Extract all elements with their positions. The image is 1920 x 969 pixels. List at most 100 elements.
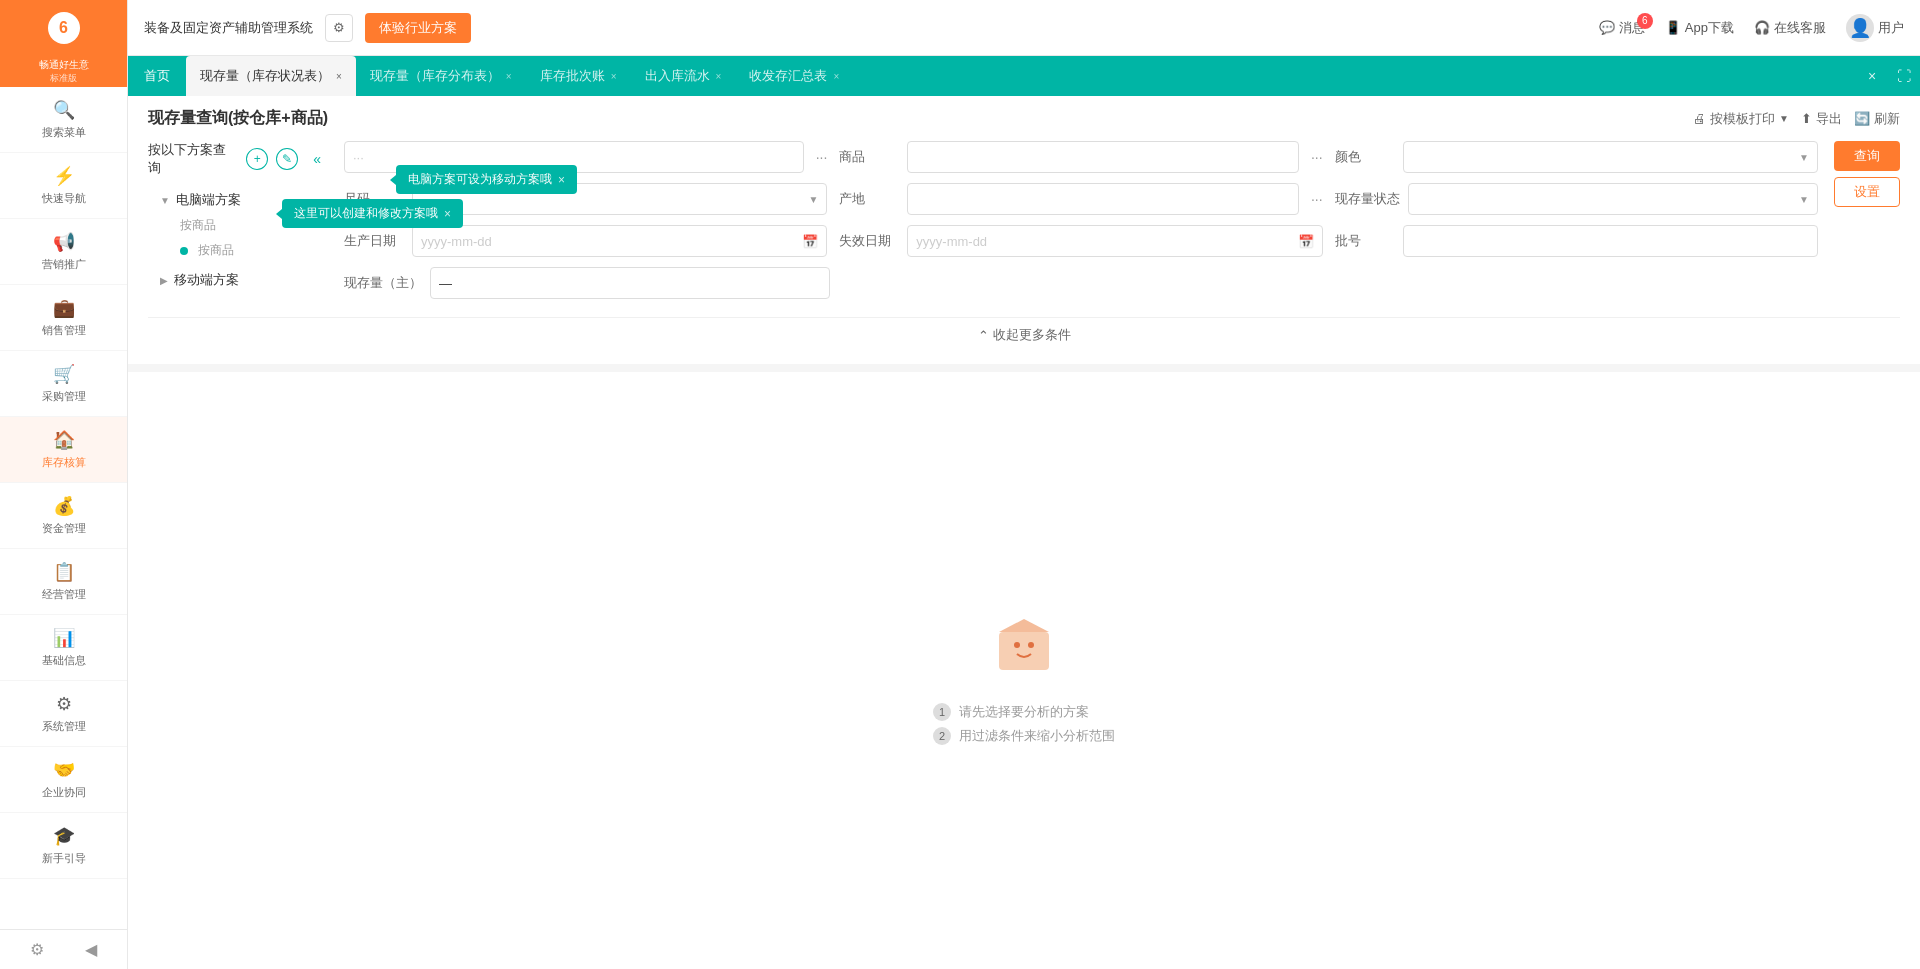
system-icon: ⚙ <box>56 693 72 715</box>
sidebar-nav: 🔍 搜索菜单 ⚡ 快速导航 📢 营销推广 💼 销售管理 🛒 采购管理 🏠 库存核… <box>0 87 127 929</box>
service-icon: 🎧 <box>1754 20 1770 35</box>
print-btn[interactable]: 🖨 按模板打印 ▼ <box>1693 110 1789 128</box>
page-header: 现存量查询(按仓库+商品) 🖨 按模板打印 ▼ ⬆ 导出 🔄 刷新 <box>148 108 1900 141</box>
tooltip-create-close[interactable]: × <box>444 207 451 221</box>
industry-btn[interactable]: 体验行业方案 <box>365 13 471 43</box>
sidebar-settings-btn[interactable]: ⚙ <box>30 940 44 959</box>
tab-fullscreen-btn[interactable]: ⛶ <box>1888 56 1920 96</box>
export-label: 导出 <box>1816 110 1842 128</box>
tab-inventory-status[interactable]: 现存量（库存状况表） × <box>186 56 356 96</box>
print-label: 按模板打印 <box>1710 110 1775 128</box>
product-input-wrap[interactable] <box>907 141 1299 173</box>
edit-scheme-btn[interactable]: ✎ <box>276 148 298 170</box>
collapse-label: 收起更多条件 <box>993 326 1071 344</box>
logo-sub: 畅通好生意 标准版 <box>0 56 127 87</box>
collapse-more-btn[interactable]: ⌃ 收起更多条件 <box>148 317 1900 352</box>
sidebar: 6 畅通好生意 标准版 🔍 搜索菜单 ⚡ 快速导航 📢 营销推广 💼 销售管理 … <box>0 0 128 969</box>
svg-point-3 <box>1028 642 1034 648</box>
filter-field-origin: 产地 ··· <box>839 183 1322 215</box>
tab-summary[interactable]: 收发存汇总表 × <box>735 56 853 96</box>
user-item[interactable]: 👤 用户 <box>1846 14 1904 42</box>
tab-home[interactable]: 首页 <box>128 56 186 96</box>
origin-dots[interactable]: ··· <box>1311 191 1323 207</box>
tab-flow-close[interactable]: × <box>716 71 722 82</box>
sidebar-item-sales[interactable]: 💼 销售管理 <box>0 285 127 351</box>
pc-sub-item-2[interactable]: 按商品 <box>172 238 328 263</box>
sidebar-item-purchase[interactable]: 🛒 采购管理 <box>0 351 127 417</box>
sidebar-item-enterprise[interactable]: 🤝 企业协同 <box>0 747 127 813</box>
add-scheme-btn[interactable]: + <box>246 148 268 170</box>
header-right: 💬 消息 6 📱 App下载 🎧 在线客服 👤 用户 <box>1599 14 1904 42</box>
scheme-mobile-item[interactable]: ▶ 移动端方案 <box>152 267 328 293</box>
svg-marker-1 <box>999 619 1049 632</box>
message-item[interactable]: 💬 消息 6 <box>1599 19 1645 37</box>
header-settings-btn[interactable]: ⚙ <box>325 14 353 42</box>
exp-date-cal-icon[interactable]: 📅 <box>1298 234 1314 249</box>
batch-input[interactable] <box>1403 225 1818 257</box>
sidebar-collapse-btn[interactable]: ◀ <box>85 940 97 959</box>
tab-summary-close[interactable]: × <box>833 71 839 82</box>
phone-icon: 📱 <box>1665 20 1681 35</box>
reset-btn[interactable]: 设置 <box>1834 177 1900 207</box>
sidebar-item-marketing[interactable]: 📢 营销推广 <box>0 219 127 285</box>
sidebar-item-basics[interactable]: 📊 基础信息 <box>0 615 127 681</box>
action-btns: 查询 设置 <box>1834 141 1900 309</box>
tab-inventory-dist-label: 现存量（库存分布表） <box>370 67 500 85</box>
svg-rect-0 <box>999 632 1049 670</box>
origin-input-wrap[interactable] <box>907 183 1299 215</box>
product-dots[interactable]: ··· <box>1311 149 1323 165</box>
message-icon: 💬 <box>1599 20 1615 35</box>
color-select[interactable]: ▼ <box>1403 141 1818 173</box>
system-name: 装备及固定资产辅助管理系统 <box>144 19 313 37</box>
tab-close-all-btn[interactable]: × <box>1856 56 1888 96</box>
tab-batch[interactable]: 库存批次账 × <box>526 56 631 96</box>
qty-range-input[interactable]: — <box>430 267 830 299</box>
sidebar-item-guide[interactable]: 🎓 新手引导 <box>0 813 127 879</box>
step-2-num: 2 <box>933 727 951 745</box>
empty-illustration <box>979 597 1069 687</box>
refresh-btn[interactable]: 🔄 刷新 <box>1854 110 1900 128</box>
search-btn[interactable]: 查询 <box>1834 141 1900 171</box>
sidebar-item-search[interactable]: 🔍 搜索菜单 <box>0 87 127 153</box>
exp-date-label: 失效日期 <box>839 232 899 250</box>
size-arrow-icon: ▼ <box>808 194 818 205</box>
basics-icon: 📊 <box>53 627 75 649</box>
page-actions: 🖨 按模板打印 ▼ ⬆ 导出 🔄 刷新 <box>1693 110 1900 128</box>
exp-date-input[interactable]: yyyy-mm-dd 📅 <box>907 225 1322 257</box>
tab-batch-close[interactable]: × <box>611 71 617 82</box>
warehouse-dots[interactable]: ··· <box>816 149 828 165</box>
filter-row-4: 现存量（主） — <box>344 267 1818 299</box>
filter-field-color: 颜色 ▼ <box>1335 141 1818 173</box>
tab-inventory-dist-close[interactable]: × <box>506 71 512 82</box>
header-left: 装备及固定资产辅助管理系统 ⚙ 体验行业方案 <box>144 13 471 43</box>
qty-label: 现存量（主） <box>344 274 422 292</box>
prod-date-cal-icon[interactable]: 📅 <box>802 234 818 249</box>
sidebar-item-finance[interactable]: 💰 资金管理 <box>0 483 127 549</box>
tab-inventory-status-close[interactable]: × <box>336 71 342 82</box>
app-download-item[interactable]: 📱 App下载 <box>1665 19 1734 37</box>
sidebar-item-operations[interactable]: 📋 经营管理 <box>0 549 127 615</box>
export-icon: ⬆ <box>1801 111 1812 126</box>
collapse-arrow-icon: ⌃ <box>978 328 989 343</box>
prod-date-input[interactable]: yyyy-mm-dd 📅 <box>412 225 827 257</box>
tooltip-mobile-close[interactable]: × <box>558 173 565 187</box>
exp-date-placeholder: yyyy-mm-dd <box>916 234 1293 249</box>
page-title: 现存量查询(按仓库+商品) <box>148 108 328 129</box>
sidebar-item-system[interactable]: ⚙ 系统管理 <box>0 681 127 747</box>
origin-label: 产地 <box>839 190 899 208</box>
stock-status-select[interactable]: ▼ <box>1408 183 1818 215</box>
online-service-item[interactable]: 🎧 在线客服 <box>1754 19 1826 37</box>
tab-flow[interactable]: 出入库流水 × <box>631 56 736 96</box>
guide-icon: 🎓 <box>53 825 75 847</box>
tab-flow-label: 出入库流水 <box>645 67 710 85</box>
collapse-scheme-btn[interactable]: « <box>306 148 328 170</box>
sidebar-item-quicknav[interactable]: ⚡ 快速导航 <box>0 153 127 219</box>
sidebar-item-inventory[interactable]: 🏠 库存核算 <box>0 417 127 483</box>
sales-icon: 💼 <box>53 297 75 319</box>
content: 现存量查询(按仓库+商品) 🖨 按模板打印 ▼ ⬆ 导出 🔄 刷新 <box>128 96 1920 969</box>
filter-row-3: 生产日期 yyyy-mm-dd 📅 失效日期 yyyy-mm-dd 📅 <box>344 225 1818 257</box>
tab-inventory-dist[interactable]: 现存量（库存分布表） × <box>356 56 526 96</box>
logo-icon: 6 <box>48 12 80 44</box>
export-btn[interactable]: ⬆ 导出 <box>1801 110 1842 128</box>
logo-area: 6 <box>0 0 127 56</box>
